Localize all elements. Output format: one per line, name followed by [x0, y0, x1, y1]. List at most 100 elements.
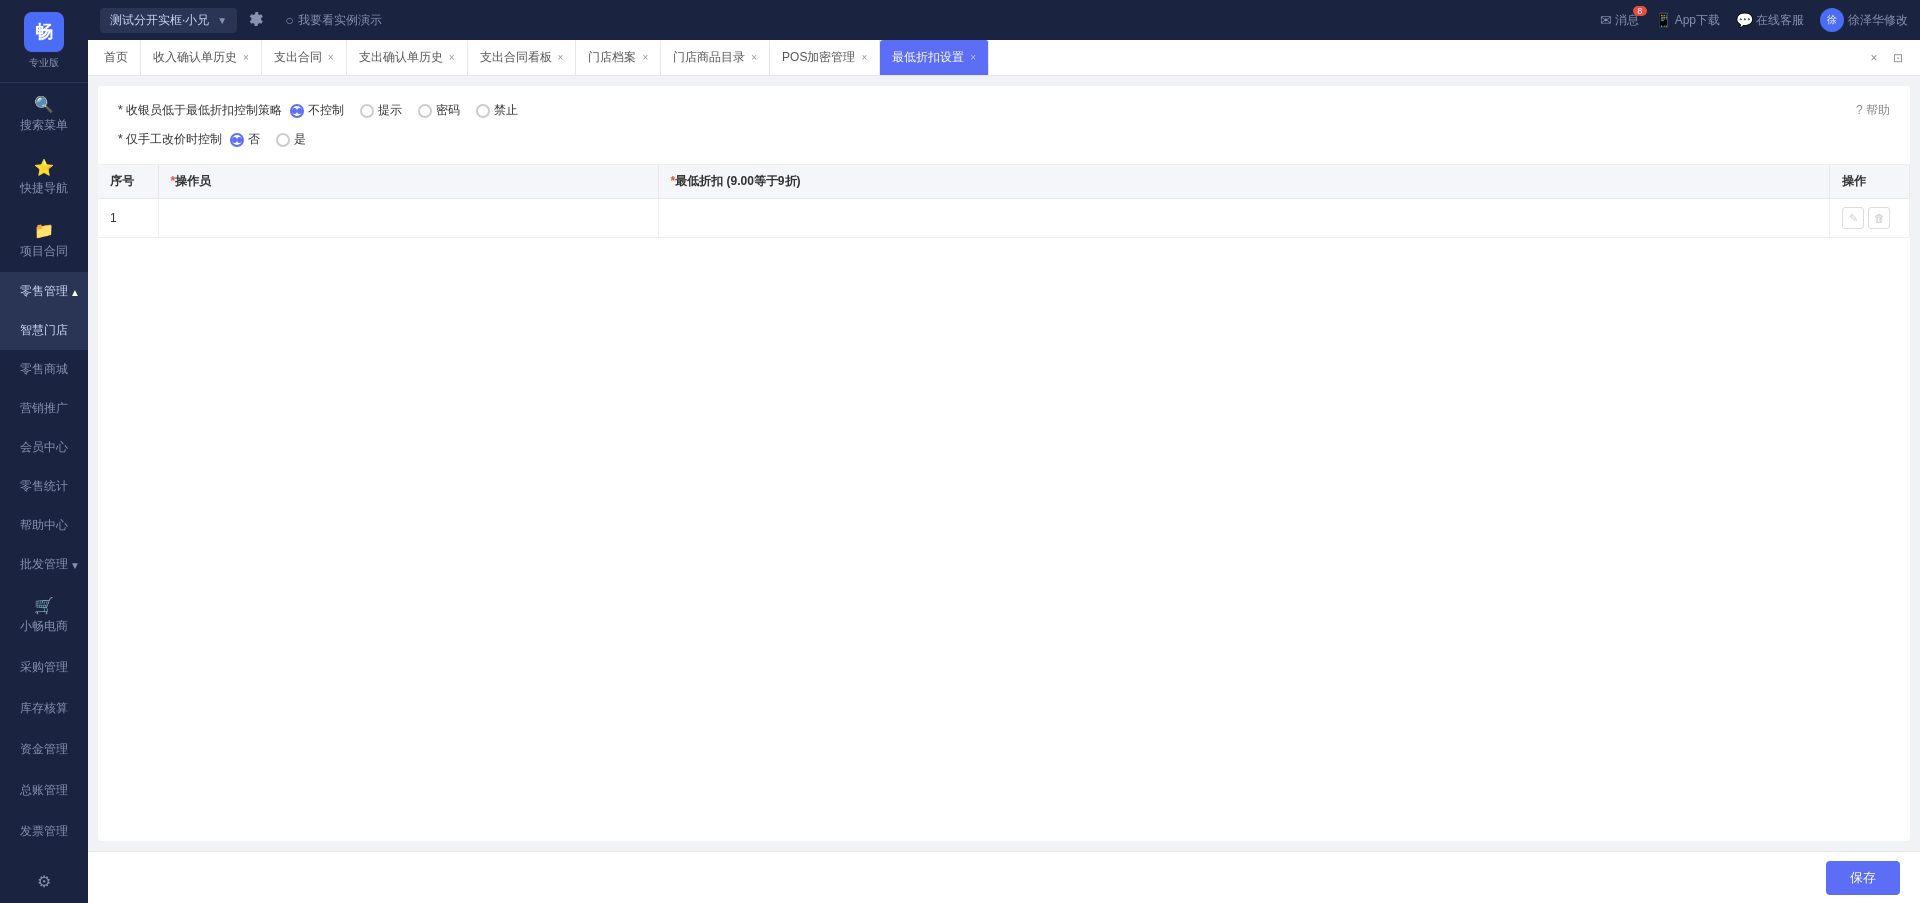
- settings-icon: ⚙: [37, 872, 51, 891]
- tab-label: 支出合同: [274, 49, 322, 66]
- tab-more-btn[interactable]: ⊡: [1888, 48, 1908, 68]
- topbar-project-selector[interactable]: 测试分开实框·小兄 ▼: [100, 8, 237, 33]
- tab-close-icon[interactable]: ×: [558, 52, 564, 63]
- sidebar-item-marketing[interactable]: 营销推广: [0, 389, 88, 428]
- topbar-settings-btn[interactable]: [249, 11, 265, 30]
- tab-pos-password[interactable]: POS加密管理 ×: [770, 40, 880, 76]
- content-area: * 收银员低于最低折扣控制策略 不控制 提示 密码: [88, 76, 1920, 903]
- action-edit-btn[interactable]: ✎: [1842, 207, 1864, 229]
- sidebar-item-label: 库存核算: [20, 700, 68, 717]
- radio-no[interactable]: 否: [230, 131, 260, 148]
- sidebar-item-retail-stats[interactable]: 零售统计: [0, 467, 88, 506]
- col-header-seq: 序号: [98, 165, 158, 199]
- data-table: 序号 *操作员 *最低折扣 (9.00等于9折) 操作 1: [98, 165, 1910, 238]
- sidebar-item-label: 零售统计: [20, 478, 68, 495]
- tab-close-icon[interactable]: ×: [751, 52, 757, 63]
- radio-label: 不控制: [308, 102, 344, 119]
- radio-password[interactable]: 密码: [418, 102, 460, 119]
- radio-circle-no: [230, 133, 244, 147]
- topbar: 测试分开实框·小兄 ▼ ○ 我要看实例演示 ✉ 消息 8 📱 App下载: [88, 0, 1920, 40]
- tab-close-icon[interactable]: ×: [243, 52, 249, 63]
- tab-label: POS加密管理: [782, 49, 855, 66]
- sidebar-item-member[interactable]: 会员中心: [0, 428, 88, 467]
- radio-label: 提示: [378, 102, 402, 119]
- tab-min-discount[interactable]: 最低折扣设置 ×: [880, 40, 989, 76]
- sidebar-item-retail-mgmt[interactable]: 零售管理 ▲: [0, 272, 88, 311]
- sidebar-item-tax[interactable]: 税务管理: [0, 852, 88, 860]
- sidebar-item-invoice[interactable]: 发票管理: [0, 811, 88, 852]
- star-icon: ⭐: [34, 158, 54, 177]
- sidebar-item-retail-mall[interactable]: 零售商城: [0, 350, 88, 389]
- tab-close-current-btn[interactable]: ×: [1864, 48, 1884, 68]
- radio-remind[interactable]: 提示: [360, 102, 402, 119]
- tab-close-icon[interactable]: ×: [970, 52, 976, 63]
- help-icon-btn[interactable]: ? 帮助: [1856, 102, 1890, 119]
- tab-store-goods[interactable]: 门店商品目录 ×: [661, 40, 770, 76]
- sidebar-item-label: 搜索菜单: [20, 117, 68, 134]
- sidebar-item-general-ledger[interactable]: 总账管理: [0, 770, 88, 811]
- tab-payment-board[interactable]: 支出合同看板 ×: [468, 40, 577, 76]
- radio-circle-no-control: [290, 104, 304, 118]
- sidebar-item-ecommerce[interactable]: 🛒 小畅电商: [0, 584, 88, 647]
- form-field2-label: * 仅手工改价时控制: [118, 131, 222, 148]
- topbar-actions: ✉ 消息 8 📱 App下载 💬 在线客服 徐 徐泽华修改: [1600, 8, 1908, 32]
- content-panel: * 收银员低于最低折扣控制策略 不控制 提示 密码: [98, 86, 1910, 841]
- message-icon: ✉: [1600, 12, 1612, 28]
- app-download-icon: 📱: [1655, 12, 1672, 28]
- radio-yes[interactable]: 是: [276, 131, 306, 148]
- sidebar-item-label: 项目合同: [20, 243, 68, 260]
- chevron-down-icon: ▼: [70, 559, 80, 570]
- topbar-user-menu[interactable]: 徐 徐泽华修改: [1820, 8, 1908, 32]
- tab-close-icon[interactable]: ×: [861, 52, 867, 63]
- col-header-discount: *最低折扣 (9.00等于9折): [658, 165, 1830, 199]
- tab-home[interactable]: 首页: [92, 40, 141, 76]
- tab-close-icon[interactable]: ×: [449, 52, 455, 63]
- tabbar: 首页 收入确认单历史 × 支出合同 × 支出确认单历史 × 支出合同看板 × 门…: [88, 40, 1920, 76]
- sidebar-item-help[interactable]: 帮助中心: [0, 506, 88, 545]
- radio-forbid[interactable]: 禁止: [476, 102, 518, 119]
- sidebar-item-finance[interactable]: 资金管理: [0, 729, 88, 770]
- sidebar-item-wholesale[interactable]: 批发管理 ▼: [0, 545, 88, 584]
- sidebar-item-search[interactable]: 🔍 搜索菜单: [0, 83, 88, 146]
- save-button[interactable]: 保存: [1826, 861, 1900, 895]
- demo-icon: ○: [285, 12, 293, 28]
- sidebar: 畅 专业版 🔍 搜索菜单 ⭐ 快捷导航 📁 项目合同 零售管理 ▲ 智慧门店 零…: [0, 0, 88, 903]
- sidebar-item-label: 营销推广: [20, 400, 68, 417]
- action-delete-btn[interactable]: 🗑: [1868, 207, 1890, 229]
- tab-close-icon[interactable]: ×: [642, 52, 648, 63]
- sidebar-item-label: 智慧门店: [20, 322, 68, 339]
- tab-label: 门店商品目录: [673, 49, 745, 66]
- tab-payment-contract[interactable]: 支出合同 ×: [262, 40, 347, 76]
- topbar-demo-label: 我要看实例演示: [298, 12, 382, 29]
- tab-label: 最低折扣设置: [892, 49, 964, 66]
- sidebar-item-purchase[interactable]: 采购管理: [0, 647, 88, 688]
- sidebar-item-shortcut[interactable]: ⭐ 快捷导航: [0, 146, 88, 209]
- folder-icon: 📁: [34, 221, 54, 240]
- topbar-message-btn[interactable]: ✉ 消息 8: [1600, 12, 1639, 29]
- sidebar-bottom-settings[interactable]: ⚙: [0, 860, 88, 903]
- tab-store-archive[interactable]: 门店档案 ×: [576, 40, 661, 76]
- topbar-username: 徐泽华修改: [1848, 12, 1908, 29]
- tab-payment-confirm[interactable]: 支出确认单历史 ×: [347, 40, 468, 76]
- tab-income-confirm[interactable]: 收入确认单历史 ×: [141, 40, 262, 76]
- topbar-app-download-btn[interactable]: 📱 App下载: [1655, 12, 1720, 29]
- radio-no-control[interactable]: 不控制: [290, 102, 344, 119]
- action-btns: ✎ 🗑: [1842, 207, 1897, 229]
- main-area: 测试分开实框·小兄 ▼ ○ 我要看实例演示 ✉ 消息 8 📱 App下载: [88, 0, 1920, 903]
- chevron-up-icon: ▲: [70, 286, 80, 297]
- sidebar-item-label: 资金管理: [20, 741, 68, 758]
- topbar-demo-btn[interactable]: ○ 我要看实例演示: [285, 12, 381, 29]
- sidebar-item-label: 快捷导航: [20, 180, 68, 197]
- sidebar-item-label: 零售商城: [20, 361, 68, 378]
- topbar-support-btn[interactable]: 💬 在线客服: [1736, 12, 1804, 29]
- form-field2-radio-group: 否 是: [230, 131, 306, 148]
- radio-circle-yes: [276, 133, 290, 147]
- tab-home-label: 首页: [104, 49, 128, 66]
- topbar-support-label: 在线客服: [1756, 12, 1804, 29]
- sidebar-item-inventory[interactable]: 库存核算: [0, 688, 88, 729]
- sidebar-item-smart-store[interactable]: 智慧门店: [0, 311, 88, 350]
- tab-close-icon[interactable]: ×: [328, 52, 334, 63]
- user-avatar: 徐: [1820, 8, 1844, 32]
- sidebar-item-project[interactable]: 📁 项目合同: [0, 209, 88, 272]
- tabbar-controls: × ⊡: [1856, 48, 1916, 68]
